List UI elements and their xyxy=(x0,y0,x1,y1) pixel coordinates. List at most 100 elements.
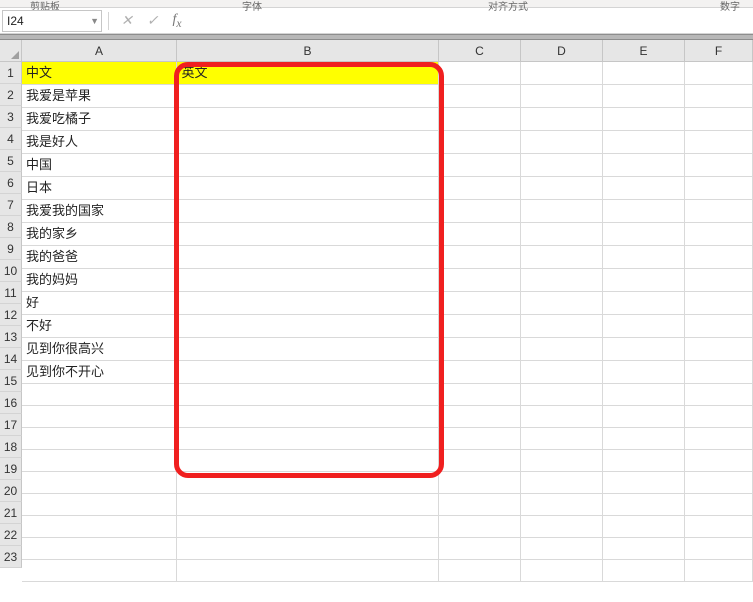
cell-C13[interactable] xyxy=(439,338,521,361)
cell-A12[interactable]: 不好 xyxy=(22,315,177,338)
cell-A21[interactable] xyxy=(22,516,177,538)
cell-E10[interactable] xyxy=(603,269,685,292)
cell-D18[interactable] xyxy=(521,450,603,472)
cell-D21[interactable] xyxy=(521,516,603,538)
cell-E18[interactable] xyxy=(603,450,685,472)
cell-C1[interactable] xyxy=(439,62,521,85)
spreadsheet-grid[interactable]: 中文英文我爱是苹果我爱吃橘子我是好人中国日本我爱我的国家我的家乡我的爸爸我的妈妈… xyxy=(22,62,753,582)
cell-D9[interactable] xyxy=(521,246,603,269)
cell-F10[interactable] xyxy=(685,269,753,292)
column-header-A[interactable]: A xyxy=(22,40,177,62)
cell-F1[interactable] xyxy=(685,62,753,85)
cell-E5[interactable] xyxy=(603,154,685,177)
row-header-18[interactable]: 18 xyxy=(0,436,22,458)
cell-C15[interactable] xyxy=(439,384,521,406)
cell-C7[interactable] xyxy=(439,200,521,223)
cell-A16[interactable] xyxy=(22,406,177,428)
cell-B8[interactable] xyxy=(177,223,439,246)
row-header-3[interactable]: 3 xyxy=(0,106,22,128)
cell-D12[interactable] xyxy=(521,315,603,338)
cell-A8[interactable]: 我的家乡 xyxy=(22,223,177,246)
column-header-D[interactable]: D xyxy=(521,40,603,62)
cancel-icon[interactable]: ✕ xyxy=(121,12,133,29)
cell-A19[interactable] xyxy=(22,472,177,494)
cell-B1[interactable]: 英文 xyxy=(177,62,439,85)
select-all-corner[interactable] xyxy=(0,40,22,62)
cell-E4[interactable] xyxy=(603,131,685,154)
cell-A1[interactable]: 中文 xyxy=(22,62,177,85)
cell-D7[interactable] xyxy=(521,200,603,223)
cell-B4[interactable] xyxy=(177,131,439,154)
name-box[interactable]: I24 ▼ xyxy=(2,10,102,32)
cell-C12[interactable] xyxy=(439,315,521,338)
cell-D15[interactable] xyxy=(521,384,603,406)
cell-A5[interactable]: 中国 xyxy=(22,154,177,177)
cell-F11[interactable] xyxy=(685,292,753,315)
cell-D19[interactable] xyxy=(521,472,603,494)
cell-B16[interactable] xyxy=(177,406,439,428)
cell-F6[interactable] xyxy=(685,177,753,200)
cell-A3[interactable]: 我爱吃橘子 xyxy=(22,108,177,131)
cell-F12[interactable] xyxy=(685,315,753,338)
cell-C21[interactable] xyxy=(439,516,521,538)
cell-F22[interactable] xyxy=(685,538,753,560)
cell-E20[interactable] xyxy=(603,494,685,516)
cell-C18[interactable] xyxy=(439,450,521,472)
cell-D23[interactable] xyxy=(521,560,603,582)
cell-B9[interactable] xyxy=(177,246,439,269)
cell-D1[interactable] xyxy=(521,62,603,85)
cell-D8[interactable] xyxy=(521,223,603,246)
cell-B15[interactable] xyxy=(177,384,439,406)
cell-E11[interactable] xyxy=(603,292,685,315)
cell-C19[interactable] xyxy=(439,472,521,494)
row-header-11[interactable]: 11 xyxy=(0,282,22,304)
cell-D2[interactable] xyxy=(521,85,603,108)
cell-F19[interactable] xyxy=(685,472,753,494)
formula-bar-input[interactable] xyxy=(190,10,753,32)
cell-C14[interactable] xyxy=(439,361,521,384)
cell-F20[interactable] xyxy=(685,494,753,516)
column-header-B[interactable]: B xyxy=(177,40,439,62)
cell-A10[interactable]: 我的妈妈 xyxy=(22,269,177,292)
cell-A13[interactable]: 见到你很高兴 xyxy=(22,338,177,361)
name-box-dropdown-icon[interactable]: ▼ xyxy=(90,16,99,26)
cell-C6[interactable] xyxy=(439,177,521,200)
cell-B10[interactable] xyxy=(177,269,439,292)
cell-B22[interactable] xyxy=(177,538,439,560)
cell-A17[interactable] xyxy=(22,428,177,450)
cell-E1[interactable] xyxy=(603,62,685,85)
enter-icon[interactable]: ✓ xyxy=(147,12,159,29)
row-header-2[interactable]: 2 xyxy=(0,84,22,106)
cell-A15[interactable] xyxy=(22,384,177,406)
cell-C17[interactable] xyxy=(439,428,521,450)
cell-A2[interactable]: 我爱是苹果 xyxy=(22,85,177,108)
cell-E22[interactable] xyxy=(603,538,685,560)
cell-E23[interactable] xyxy=(603,560,685,582)
row-header-7[interactable]: 7 xyxy=(0,194,22,216)
cell-C3[interactable] xyxy=(439,108,521,131)
cell-A18[interactable] xyxy=(22,450,177,472)
row-header-15[interactable]: 15 xyxy=(0,370,22,392)
row-header-22[interactable]: 22 xyxy=(0,524,22,546)
cell-F5[interactable] xyxy=(685,154,753,177)
cell-A4[interactable]: 我是好人 xyxy=(22,131,177,154)
cell-F9[interactable] xyxy=(685,246,753,269)
cell-F13[interactable] xyxy=(685,338,753,361)
cell-C8[interactable] xyxy=(439,223,521,246)
row-header-9[interactable]: 9 xyxy=(0,238,22,260)
cell-A9[interactable]: 我的爸爸 xyxy=(22,246,177,269)
cell-D11[interactable] xyxy=(521,292,603,315)
row-header-14[interactable]: 14 xyxy=(0,348,22,370)
row-header-1[interactable]: 1 xyxy=(0,62,22,84)
cell-B13[interactable] xyxy=(177,338,439,361)
cell-F2[interactable] xyxy=(685,85,753,108)
row-header-8[interactable]: 8 xyxy=(0,216,22,238)
cell-F17[interactable] xyxy=(685,428,753,450)
cell-D20[interactable] xyxy=(521,494,603,516)
cell-A23[interactable] xyxy=(22,560,177,582)
row-header-16[interactable]: 16 xyxy=(0,392,22,414)
cell-C11[interactable] xyxy=(439,292,521,315)
cell-F7[interactable] xyxy=(685,200,753,223)
cell-A14[interactable]: 见到你不开心 xyxy=(22,361,177,384)
column-header-C[interactable]: C xyxy=(439,40,521,62)
